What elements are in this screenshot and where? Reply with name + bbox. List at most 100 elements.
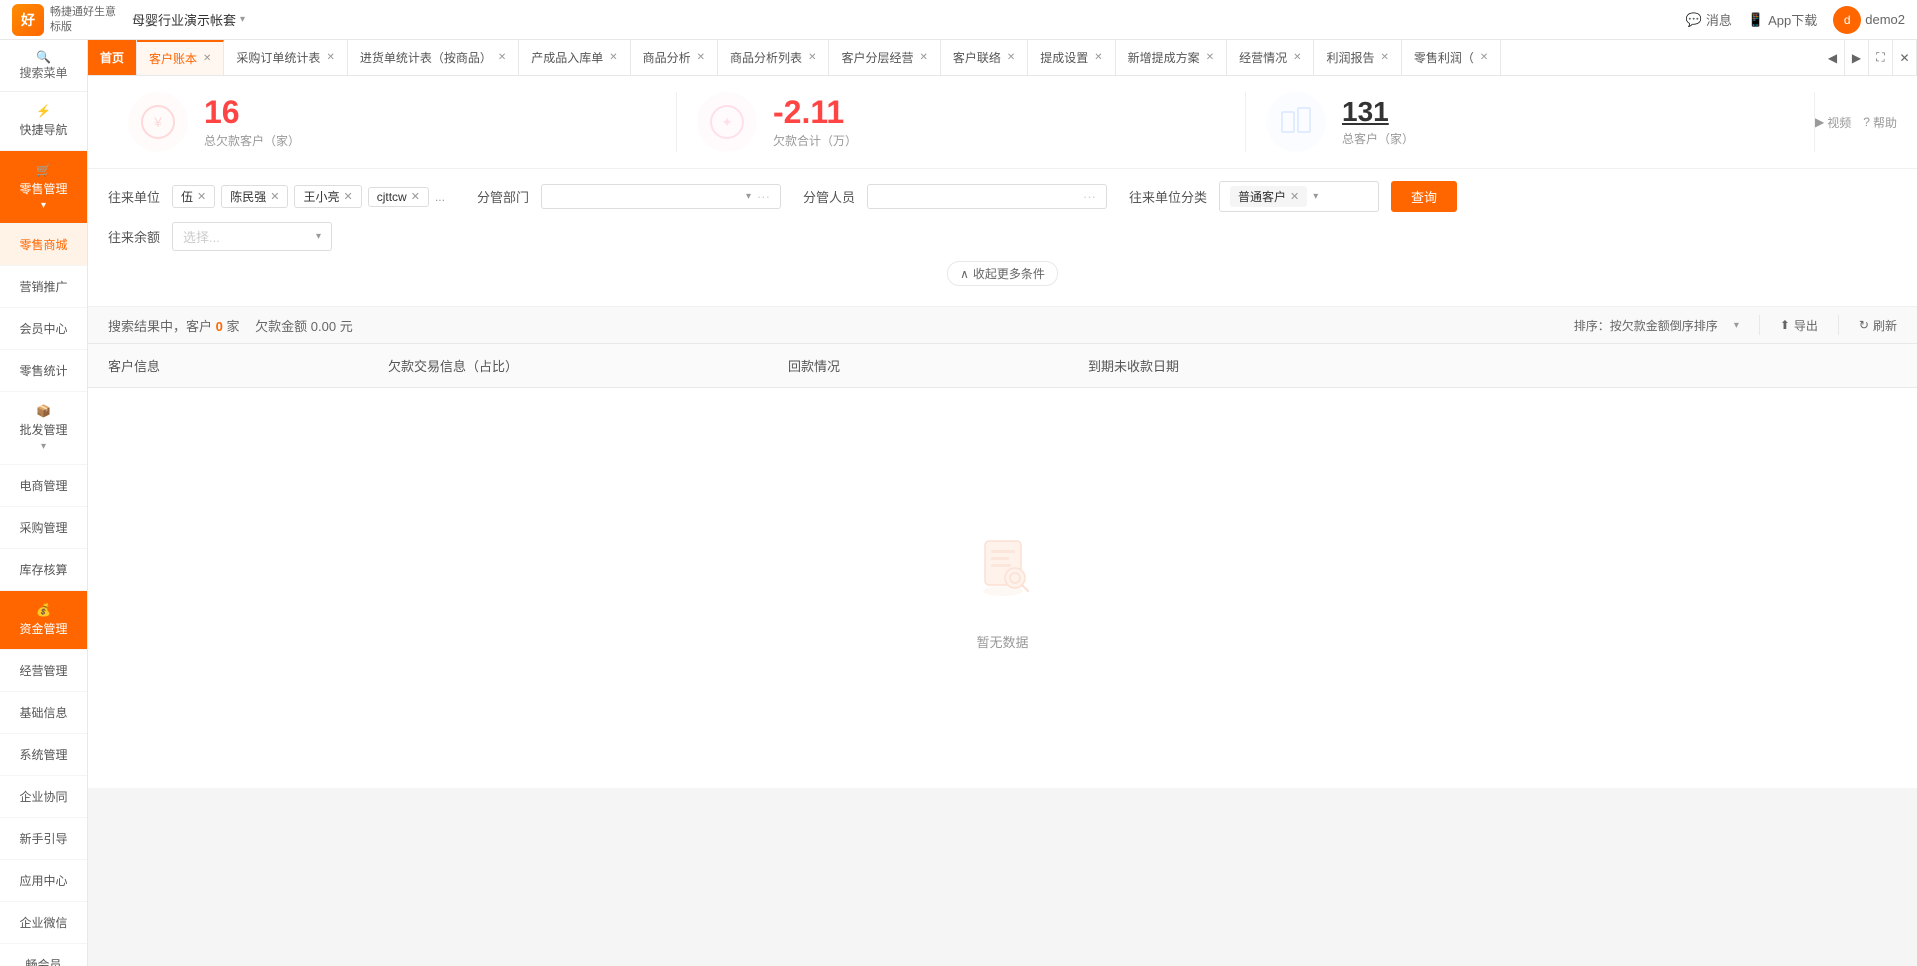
tab-promotion-settings[interactable]: 提成设置 ✕ [1028, 40, 1115, 76]
dept-select[interactable]: ▾ ··· [541, 184, 781, 209]
unit-type-dropdown-icon: ▾ [1313, 191, 1318, 202]
sidebar-item-corp-collab[interactable]: 企业协同 [0, 776, 87, 818]
sidebar-item-app-center[interactable]: 应用中心 [0, 860, 87, 902]
tab-close-customer-book[interactable]: ✕ [203, 53, 211, 64]
tag-cjttcw-close[interactable]: ✕ [411, 190, 420, 203]
sidebar-item-inventory[interactable]: 库存核算 [0, 549, 87, 591]
tag-chen-close[interactable]: ✕ [270, 190, 279, 203]
sidebar-item-purchase[interactable]: 采购管理 [0, 507, 87, 549]
sidebar-item-new-guide[interactable]: 新手引导 [0, 818, 87, 860]
sidebar-item-ecommerce[interactable]: 电商管理 [0, 465, 87, 507]
total-customers-value: 131 [1342, 98, 1414, 126]
operation-tab-label: 经营情况 [1239, 49, 1287, 66]
logo-icon: 好 [12, 4, 44, 36]
sidebar-search[interactable]: 🔍 搜索菜单 [0, 40, 87, 92]
sidebar-wechat-label: 企业微信 [19, 914, 67, 931]
sidebar-item-retail-stats[interactable]: 零售统计 [0, 350, 87, 392]
tag-wang-close[interactable]: ✕ [344, 190, 353, 203]
store-selector[interactable]: 母婴行业演示帐套 ▾ [124, 6, 253, 33]
more-tags[interactable]: ... [435, 190, 445, 204]
debit-total-icon: ✦ [697, 92, 757, 152]
collapse-button[interactable]: ∧ 收起更多条件 [947, 261, 1058, 286]
help-icon: ? [1863, 115, 1870, 129]
unit-type-tag-close[interactable]: ✕ [1290, 190, 1299, 203]
sort-label: 排序：按欠款金额倒序排序 [1574, 317, 1718, 334]
tab-retail-profit[interactable]: 零售利润（ ✕ [1402, 40, 1501, 76]
tab-profit[interactable]: 利润报告 ✕ [1314, 40, 1401, 76]
sidebar-item-marketing[interactable]: 营销推广 [0, 266, 87, 308]
unit-type-select[interactable]: 普通客户 ✕ ▾ [1219, 181, 1379, 212]
video-link[interactable]: ▶ 视频 [1815, 114, 1851, 131]
tab-close-profit[interactable]: ✕ [1381, 52, 1389, 63]
export-button[interactable]: ⬆ 导出 [1780, 317, 1818, 334]
tab-close-product-list[interactable]: ✕ [808, 52, 816, 63]
product-analysis-list-tab-label: 商品分析列表 [730, 49, 802, 66]
sidebar-item-system[interactable]: 系统管理 [0, 734, 87, 776]
tab-home[interactable]: 首页 [88, 40, 137, 76]
tab-close-product[interactable]: ✕ [697, 52, 705, 63]
customer-connect-tab-label: 客户联络 [953, 49, 1001, 66]
tab-close-customer-connect[interactable]: ✕ [1007, 52, 1015, 63]
tab-prev-btn[interactable]: ◀ [1821, 40, 1845, 76]
tab-close-produce[interactable]: ✕ [609, 52, 617, 63]
total-customers-label: 总客户（家） [1342, 130, 1414, 147]
sidebar-item-wholesale[interactable]: 📦 批发管理 [0, 392, 87, 465]
tab-new-promotion[interactable]: 新增提成方案 ✕ [1116, 40, 1227, 76]
stat-block-debit-customers: ¥ 16 总欠款客户（家） [108, 92, 677, 152]
sidebar-item-business-mgmt[interactable]: 经营管理 [0, 650, 87, 692]
table-container: 客户信息 欠款交易信息（占比） 回款情况 到期未收款日期 [88, 344, 1917, 788]
help-link[interactable]: ? 帮助 [1863, 114, 1897, 131]
col2-header: 欠款交易信息（占比） [388, 356, 788, 375]
tab-close-promotion[interactable]: ✕ [1094, 52, 1102, 63]
message-button[interactable]: 💬 消息 [1686, 10, 1732, 29]
tab-operation[interactable]: 经营情况 ✕ [1227, 40, 1314, 76]
tab-fullscreen-btn[interactable]: ⛶ [1869, 40, 1893, 76]
nav-icon: ⚡ [36, 104, 51, 118]
tab-close-customer-tier[interactable]: ✕ [919, 52, 927, 63]
tab-purchase-stats[interactable]: 进货单统计表（按商品） ✕ [348, 40, 519, 76]
query-button[interactable]: 查询 [1391, 181, 1457, 212]
sidebar-item-retail[interactable]: 🛒 零售管理 [0, 151, 87, 224]
tab-product-analysis[interactable]: 商品分析 ✕ [631, 40, 718, 76]
sidebar-ecommerce-label: 电商管理 [19, 477, 67, 494]
tab-product-analysis-list[interactable]: 商品分析列表 ✕ [718, 40, 829, 76]
balance-select[interactable]: 选择... ▾ [172, 222, 332, 251]
purchase-order-tab-label: 采购订单统计表 [236, 49, 320, 66]
tab-customer-connect[interactable]: 客户联络 ✕ [941, 40, 1028, 76]
tab-close-operation[interactable]: ✕ [1293, 52, 1301, 63]
layout: 🔍 搜索菜单 ⚡ 快捷导航 🛒 零售管理 零售商城 营销推广 会员中心 零售统计… [0, 40, 1917, 788]
profit-tab-label: 利润报告 [1326, 49, 1374, 66]
tab-customer-book[interactable]: 客户账本 ✕ [137, 40, 224, 76]
sidebar-item-finance[interactable]: 💰 资金管理 [0, 591, 87, 650]
balance-dropdown-icon: ▾ [316, 231, 321, 242]
tag-cjttcw-label: cjttcw [377, 190, 407, 204]
retail-profit-tab-label: 零售利润（ [1414, 49, 1474, 66]
tab-purchase-order[interactable]: 采购订单统计表 ✕ [224, 40, 347, 76]
tab-customer-tier[interactable]: 客户分层经营 ✕ [829, 40, 940, 76]
tab-close-purchase-order[interactable]: ✕ [326, 52, 334, 63]
divider-2 [1838, 315, 1839, 335]
refresh-button[interactable]: ↻ 刷新 [1859, 317, 1897, 334]
sidebar-item-member[interactable]: 会员中心 [0, 308, 87, 350]
app-download-button[interactable]: 📱 App下载 [1748, 10, 1817, 29]
debit-customers-icon: ¥ [128, 92, 188, 152]
tab-next-btn[interactable]: ▶ [1845, 40, 1869, 76]
tab-produce-instock[interactable]: 产成品入库单 ✕ [519, 40, 630, 76]
sidebar-item-quick-nav[interactable]: ⚡ 快捷导航 [0, 92, 87, 151]
empty-text: 暂无数据 [976, 632, 1028, 651]
tag-wu-close[interactable]: ✕ [197, 190, 206, 203]
sidebar-item-vip[interactable]: 畅会员 [0, 944, 87, 966]
sort-dropdown-icon[interactable]: ▾ [1734, 320, 1739, 331]
sidebar-item-enterprise-wechat[interactable]: 企业微信 [0, 902, 87, 944]
logo-text: 畅捷通好生意 标版 [50, 5, 116, 34]
wholesale-icon: 📦 [36, 404, 51, 418]
tab-close-purchase-stats[interactable]: ✕ [498, 52, 506, 63]
avatar: d [1833, 6, 1861, 34]
tab-close-all-btn[interactable]: ✕ [1893, 40, 1917, 76]
tab-close-new-promotion[interactable]: ✕ [1206, 52, 1214, 63]
user-menu[interactable]: d demo2 [1833, 6, 1905, 34]
sidebar-item-retail-mall[interactable]: 零售商城 [0, 224, 87, 266]
tab-close-retail-profit[interactable]: ✕ [1480, 52, 1488, 63]
sidebar-item-basic-info[interactable]: 基础信息 [0, 692, 87, 734]
person-select[interactable]: ··· [867, 184, 1107, 209]
